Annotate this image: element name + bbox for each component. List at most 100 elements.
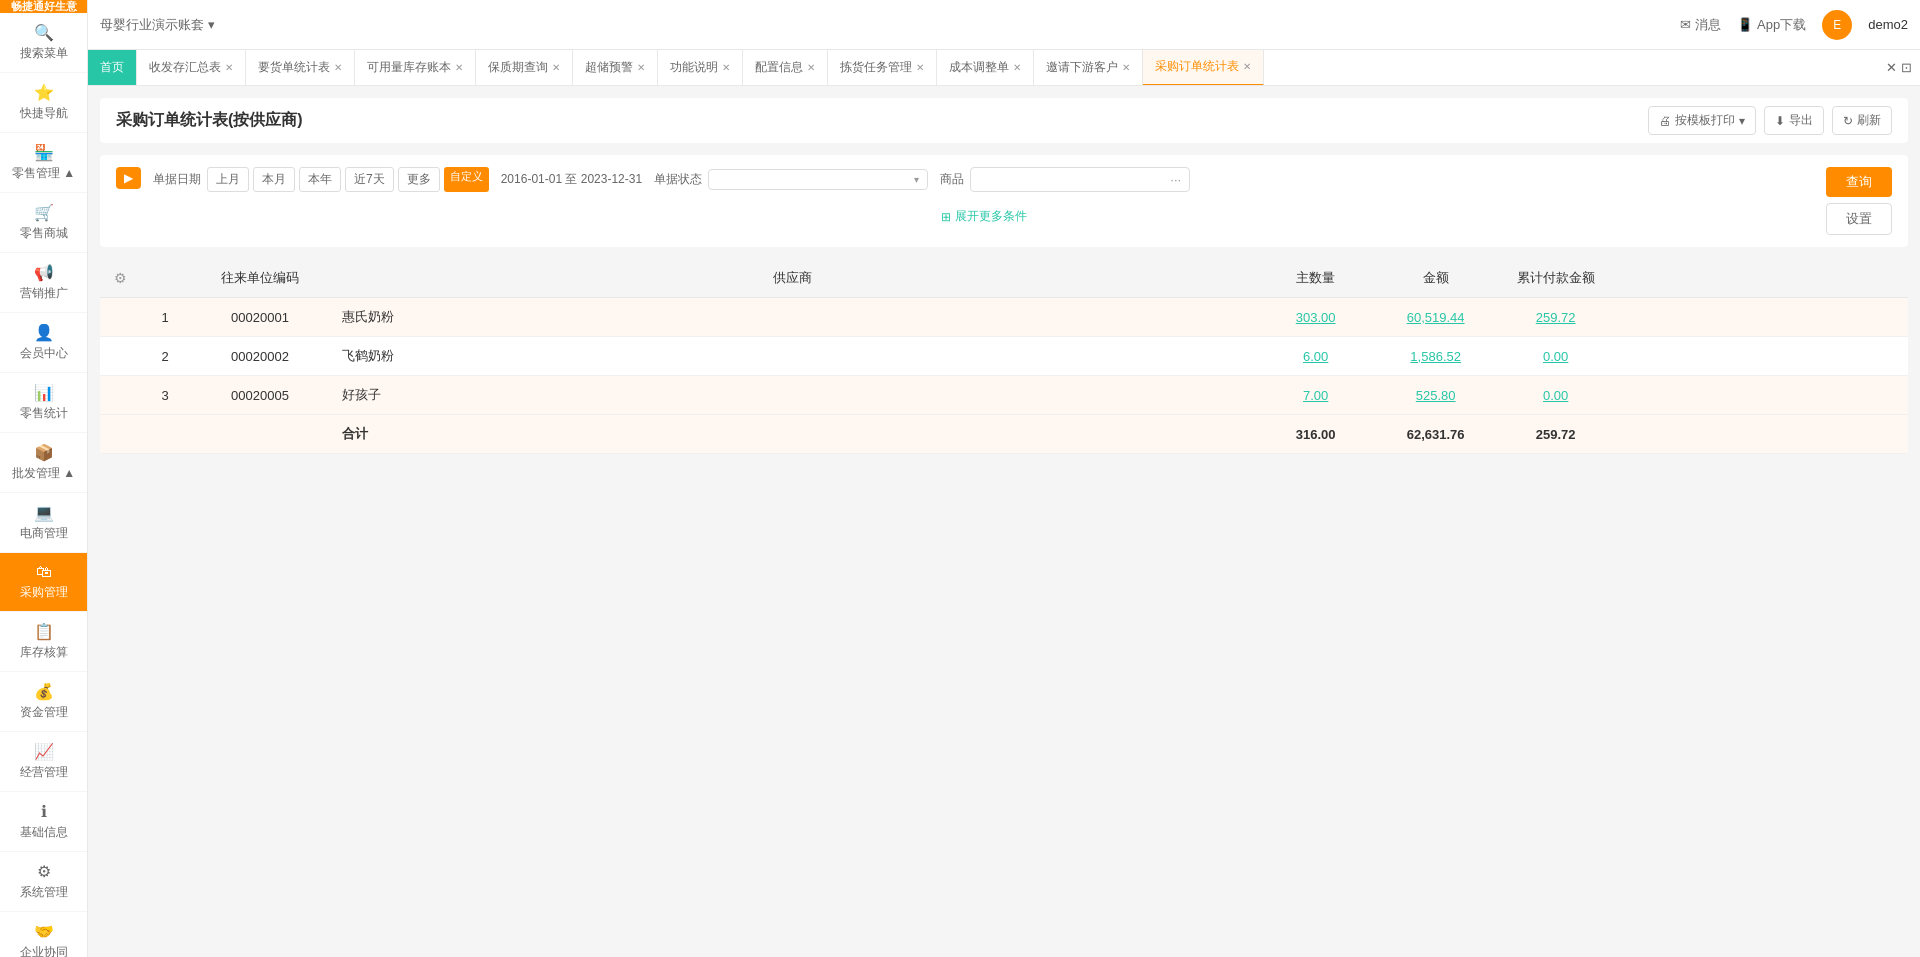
sidebar-label-retail-shop: 零售商城 <box>20 225 68 242</box>
sidebar-icon-retail-shop: 🛒 <box>34 203 54 222</box>
sidebar-item-search[interactable]: 🔍 搜索菜单 <box>0 13 87 73</box>
maximize-tab-icon[interactable]: ⊡ <box>1901 60 1912 75</box>
print-button[interactable]: 🖨 按模板打印 ▾ <box>1648 106 1756 135</box>
tab-close-cost-adjust[interactable]: ✕ <box>1013 62 1021 73</box>
settings-button[interactable]: 设置 <box>1826 203 1892 235</box>
sidebar-label-member: 会员中心 <box>20 345 68 362</box>
tab-close-receive-summary[interactable]: ✕ <box>225 62 233 73</box>
sidebar-item-system[interactable]: ⚙ 系统管理 <box>0 852 87 912</box>
sidebar-item-retail-stats[interactable]: 📊 零售统计 <box>0 373 87 433</box>
tab-close-config-info[interactable]: ✕ <box>807 62 815 73</box>
tab-pick-task[interactable]: 拣货任务管理✕ <box>828 50 937 86</box>
filter-toggle-area: ▶ <box>116 167 141 189</box>
sidebar-item-ecommerce[interactable]: 💻 电商管理 <box>0 493 87 553</box>
tab-close-warranty-query[interactable]: ✕ <box>552 62 560 73</box>
sidebar-item-retail-shop[interactable]: 🛒 零售商城 <box>0 193 87 253</box>
tab-warranty-query[interactable]: 保质期查询✕ <box>476 50 573 86</box>
sidebar-item-member[interactable]: 👤 会员中心 <box>0 313 87 373</box>
column-settings-icon[interactable]: ⚙ <box>114 270 127 286</box>
filter-row-1: 单据日期 上月 本月 本年 近7天 更多 自定义 2016-01-0 <box>153 167 1814 192</box>
sidebar-item-inventory[interactable]: 📋 库存核算 <box>0 612 87 672</box>
tab-order-stats[interactable]: 要货单统计表✕ <box>246 50 355 86</box>
tab-close-invite-downstream[interactable]: ✕ <box>1122 62 1130 73</box>
close-tab-icon[interactable]: ✕ <box>1886 60 1897 75</box>
page-header: 采购订单统计表(按供应商) 🖨 按模板打印 ▾ ⬇ 导出 ↻ 刷新 <box>100 98 1908 143</box>
date-more-button[interactable]: 更多 <box>398 167 440 192</box>
sidebar-icon-marketing: 📢 <box>34 263 54 282</box>
cell-extra-1 <box>1616 337 1908 376</box>
sidebar-item-retail-mgmt[interactable]: 🏪 零售管理 ▲ <box>0 133 87 193</box>
tab-receive-summary[interactable]: 收发存汇总表✕ <box>137 50 246 86</box>
main-area: 母婴行业演示账套 ▾ ✉ 消息 📱 App下载 E demo2 首页收发存汇总表… <box>88 0 1920 957</box>
workspace-selector[interactable]: 母婴行业演示账套 ▾ <box>100 16 215 34</box>
tab-overstock-alert[interactable]: 超储预警 ✕ <box>573 50 658 86</box>
sidebar-icon-operations: 📈 <box>34 742 54 761</box>
date-this-year-button[interactable]: 本年 <box>299 167 341 192</box>
cell-code-0: 00020001 <box>190 298 330 337</box>
tab-close-available-inventory[interactable]: ✕ <box>455 62 463 73</box>
tab-invite-downstream[interactable]: 邀请下游客户✕ <box>1034 50 1143 86</box>
app-download-button[interactable]: 📱 App下载 <box>1737 16 1806 34</box>
tab-func-desc[interactable]: 功能说明✕ <box>658 50 743 86</box>
status-select[interactable]: ▾ <box>708 169 928 190</box>
username[interactable]: demo2 <box>1868 17 1908 32</box>
goods-input[interactable]: ··· <box>970 167 1190 192</box>
cell-no-2: 3 <box>140 376 190 415</box>
query-button[interactable]: 查询 <box>1826 167 1892 197</box>
tab-close-order-stats[interactable]: ✕ <box>334 62 342 73</box>
tab-cost-adjust[interactable]: 成本调整单✕ <box>937 50 1034 86</box>
tab-config-info[interactable]: 配置信息✕ <box>743 50 828 86</box>
cell-qty-2: 7.00 <box>1256 376 1376 415</box>
app-logo: 畅捷通好生意 <box>0 0 87 13</box>
date-this-month-button[interactable]: 本月 <box>253 167 295 192</box>
table-row[interactable]: 2 00020002 飞鹤奶粉 6.00 1,586.52 0.00 <box>100 337 1908 376</box>
col-header-supplier: 供应商 <box>330 259 1256 298</box>
tab-label-overstock-alert: 超储预警 <box>585 59 633 76</box>
tab-label-available-inventory: 可用量库存账本 <box>367 59 451 76</box>
tab-close-purchase-stats[interactable]: ✕ <box>1243 61 1251 72</box>
print-icon: 🖨 <box>1659 114 1671 128</box>
sidebar-item-basic-info[interactable]: ℹ 基础信息 <box>0 792 87 852</box>
print-label: 按模板打印 <box>1675 112 1735 129</box>
cell-settings-1 <box>100 337 140 376</box>
tab-home[interactable]: 首页 <box>88 50 137 86</box>
filter-toggle-button[interactable]: ▶ <box>116 167 141 189</box>
sidebar-label-ecommerce: 电商管理 <box>20 525 68 542</box>
refresh-button[interactable]: ↻ 刷新 <box>1832 106 1892 135</box>
date-range-value: 2016-01-01 至 2023-12-31 <box>501 171 642 188</box>
table-header-row: ⚙ 往来单位编码 供应商 主数量 金额 累计付款金额 <box>100 259 1908 298</box>
tab-available-inventory[interactable]: 可用量库存账本 ✕ <box>355 50 476 86</box>
tab-purchase-stats[interactable]: 采购订单统计表✕ <box>1143 50 1264 86</box>
tab-close-overstock-alert[interactable]: ✕ <box>637 62 645 73</box>
tab-close-pick-task[interactable]: ✕ <box>916 62 924 73</box>
sidebar-icon-system: ⚙ <box>37 862 51 881</box>
date-last-month-button[interactable]: 上月 <box>207 167 249 192</box>
tab-close-func-desc[interactable]: ✕ <box>722 62 730 73</box>
avatar[interactable]: E <box>1822 10 1852 40</box>
sidebar-item-enterprise[interactable]: 🤝 企业协同 <box>0 912 87 957</box>
col-header-no <box>140 259 190 298</box>
export-button[interactable]: ⬇ 导出 <box>1764 106 1824 135</box>
sidebar-item-wholesale[interactable]: 📦 批发管理 ▲ <box>0 433 87 493</box>
table-header: ⚙ 往来单位编码 供应商 主数量 金额 累计付款金额 <box>100 259 1908 298</box>
cell-extra-2 <box>1616 376 1908 415</box>
expand-filters-button[interactable]: ⊞ 展开更多条件 <box>941 208 1027 225</box>
sidebar-icon-search: 🔍 <box>34 23 54 42</box>
sidebar-label-finance: 资金管理 <box>20 704 68 721</box>
filter-section: ▶ 单据日期 上月 本月 本年 近7天 更多 <box>100 155 1908 247</box>
sidebar-item-purchase[interactable]: 🛍 采购管理 <box>0 553 87 612</box>
table-row[interactable]: 1 00020001 惠氏奶粉 303.00 60,519.44 259.72 <box>100 298 1908 337</box>
sidebar-item-quick-nav[interactable]: ⭐ 快捷导航 <box>0 73 87 133</box>
date-7days-button[interactable]: 近7天 <box>345 167 394 192</box>
sidebar-item-operations[interactable]: 📈 经营管理 <box>0 732 87 792</box>
sidebar-label-system: 系统管理 <box>20 884 68 901</box>
col-header-amount: 金额 <box>1376 259 1496 298</box>
message-button[interactable]: ✉ 消息 <box>1680 16 1721 34</box>
export-icon: ⬇ <box>1775 114 1785 128</box>
sidebar-icon-quick-nav: ⭐ <box>34 83 54 102</box>
sidebar-item-finance[interactable]: 💰 资金管理 <box>0 672 87 732</box>
table-row[interactable]: 3 00020005 好孩子 7.00 525.80 0.00 <box>100 376 1908 415</box>
goods-input-more-icon[interactable]: ··· <box>1170 172 1181 187</box>
sidebar-item-marketing[interactable]: 📢 营销推广 <box>0 253 87 313</box>
footer-code <box>190 415 330 454</box>
